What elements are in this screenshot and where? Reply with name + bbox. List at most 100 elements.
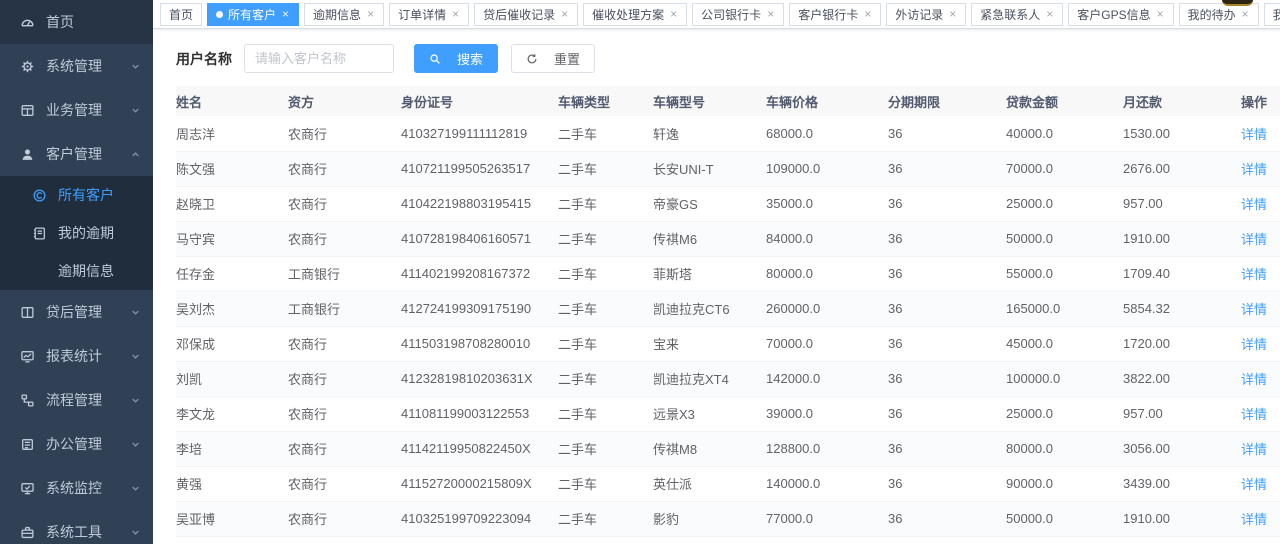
tab-my-process[interactable]: 我的流程× (1264, 3, 1280, 26)
table-cell: 410728198406160571 (401, 221, 558, 256)
sidebar-item-customer-management[interactable]: 客户管理 (0, 132, 153, 176)
table-cell: 2676.00 (1123, 151, 1241, 186)
sidebar-item-system-tools[interactable]: 系统工具 (0, 510, 153, 544)
close-icon[interactable]: × (451, 8, 460, 20)
tab-label: 我的流程 (1273, 6, 1280, 23)
notebook-icon (32, 226, 47, 241)
sidebar-item-post-loan-management[interactable]: 贷后管理 (0, 290, 153, 334)
search-button[interactable]: 搜索 (414, 44, 498, 73)
sidebar-item-overdue-info[interactable]: 逾期信息 (0, 252, 153, 290)
detail-link[interactable]: 详情 (1241, 232, 1267, 247)
sidebar-item-process-management[interactable]: 流程管理 (0, 378, 153, 422)
table-cell: 142000.0 (766, 361, 888, 396)
detail-link[interactable]: 详情 (1241, 442, 1267, 457)
search-icon (429, 53, 441, 65)
detail-link[interactable]: 详情 (1241, 512, 1267, 527)
tab-post-loan-collection-record[interactable]: 贷后催收记录× (474, 3, 578, 26)
close-icon[interactable]: × (1156, 8, 1165, 20)
table-cell: 刘凯 (176, 361, 288, 396)
grid-icon (20, 103, 35, 118)
table-cell: 陈文强 (176, 151, 288, 186)
table-cell: 农商行 (288, 361, 401, 396)
close-icon[interactable]: × (863, 8, 872, 20)
table-cell: 任存金 (176, 256, 288, 291)
chevron-down-icon (130, 439, 141, 450)
table-row: 任存金工商银行411402199208167372二手车菲斯塔80000.036… (176, 256, 1280, 291)
close-icon[interactable]: × (948, 8, 957, 20)
sidebar-item-office-management[interactable]: 办公管理 (0, 422, 153, 466)
table-cell: 410721199505263517 (401, 151, 558, 186)
table-cell: 36 (888, 256, 1006, 291)
tab-emergency-contact[interactable]: 紧急联系人× (971, 3, 1063, 26)
dashboard-icon (20, 15, 35, 30)
detail-link[interactable]: 详情 (1241, 372, 1267, 387)
table-cell: 260000.0 (766, 291, 888, 326)
close-icon[interactable]: × (1241, 8, 1250, 20)
tab-customer-gps-info[interactable]: 客户GPS信息× (1068, 3, 1173, 26)
table-cell: 农商行 (288, 186, 401, 221)
tab-company-bank-card[interactable]: 公司银行卡 × (692, 3, 784, 26)
tab-label: 公司银行卡 (701, 6, 761, 23)
tab-overdue-info[interactable]: 逾期信息 × (304, 3, 384, 26)
sidebar-item-business-management[interactable]: 业务管理 (0, 88, 153, 132)
sidebar-item-home[interactable]: 首页 (0, 0, 153, 44)
table-cell: 农商行 (288, 466, 401, 501)
sidebar-item-system-monitor[interactable]: 系统监控 (0, 466, 153, 510)
sidebar-item-label: 客户管理 (46, 144, 130, 164)
detail-link[interactable]: 详情 (1241, 302, 1267, 317)
detail-link[interactable]: 详情 (1241, 477, 1267, 492)
table-cell: 农商行 (288, 221, 401, 256)
column-header: 月还款 (1123, 86, 1241, 116)
table-cell: 轩逸 (653, 116, 766, 151)
tab-visit-record[interactable]: 外访记录× (886, 3, 966, 26)
table-cell-actions: 详情 (1241, 396, 1280, 431)
table-cell: 410327199111112819 (401, 116, 558, 151)
table-cell: 36 (888, 536, 1006, 544)
table-cell: 黄强 (176, 466, 288, 501)
table-cell: 41232819810203631X (401, 361, 558, 396)
close-icon[interactable]: × (669, 8, 678, 20)
reset-button[interactable]: 重置 (511, 44, 595, 73)
tab-all-customers[interactable]: 所有客户× (207, 3, 299, 26)
column-header: 姓名 (176, 86, 288, 116)
close-icon[interactable]: × (1045, 8, 1054, 20)
table-cell-actions: 详情 (1241, 326, 1280, 361)
sidebar-item-my-overdue[interactable]: 我的逾期 (0, 214, 153, 252)
tab-home[interactable]: 首页 (160, 3, 202, 26)
table-cell: 41142119950822450X (401, 431, 558, 466)
sidebar-item-report-statistics[interactable]: 报表统计 (0, 334, 153, 378)
close-icon[interactable]: × (766, 8, 775, 20)
table-cell: 36 (888, 186, 1006, 221)
close-icon[interactable]: × (281, 8, 290, 20)
table-cell-actions: 详情 (1241, 361, 1280, 396)
table-cell: 36 (888, 431, 1006, 466)
tab-customer-bank-card[interactable]: 客户银行卡× (789, 3, 881, 26)
detail-link[interactable]: 详情 (1241, 337, 1267, 352)
close-icon[interactable]: × (366, 8, 375, 20)
table-cell: 412724199309175190 (401, 291, 558, 326)
close-icon[interactable]: × (560, 8, 569, 20)
detail-link[interactable]: 详情 (1241, 162, 1267, 177)
tab-order-detail[interactable]: 订单详情× (389, 3, 469, 26)
tab-label: 逾期信息 (313, 6, 361, 23)
table-cell: 411081199003122553 (401, 396, 558, 431)
customer-name-input[interactable] (244, 44, 394, 73)
table-cell: 农商行 (288, 396, 401, 431)
table-cell: 165000.0 (1006, 291, 1123, 326)
sidebar-item-system-management[interactable]: 系统管理 (0, 44, 153, 88)
detail-link[interactable]: 详情 (1241, 267, 1267, 282)
table-cell: 50000.0 (1006, 501, 1123, 536)
sidebar-item-all-customers[interactable]: 所有客户 (0, 176, 153, 214)
table-cell: 36 (888, 221, 1006, 256)
table-cell: 140000.0 (766, 466, 888, 501)
table-cell: 影豹 (653, 501, 766, 536)
detail-link[interactable]: 详情 (1241, 197, 1267, 212)
tab-collection-plan[interactable]: 催收处理方案× (583, 3, 687, 26)
detail-link[interactable]: 详情 (1241, 407, 1267, 422)
sidebar-item-label: 贷后管理 (46, 302, 130, 322)
table-cell-actions: 详情 (1241, 186, 1280, 221)
sidebar-item-label: 所有客户 (58, 185, 141, 205)
table-cell: 80000.0 (1006, 431, 1123, 466)
detail-link[interactable]: 详情 (1241, 127, 1267, 142)
chevron-down-icon (130, 395, 141, 406)
